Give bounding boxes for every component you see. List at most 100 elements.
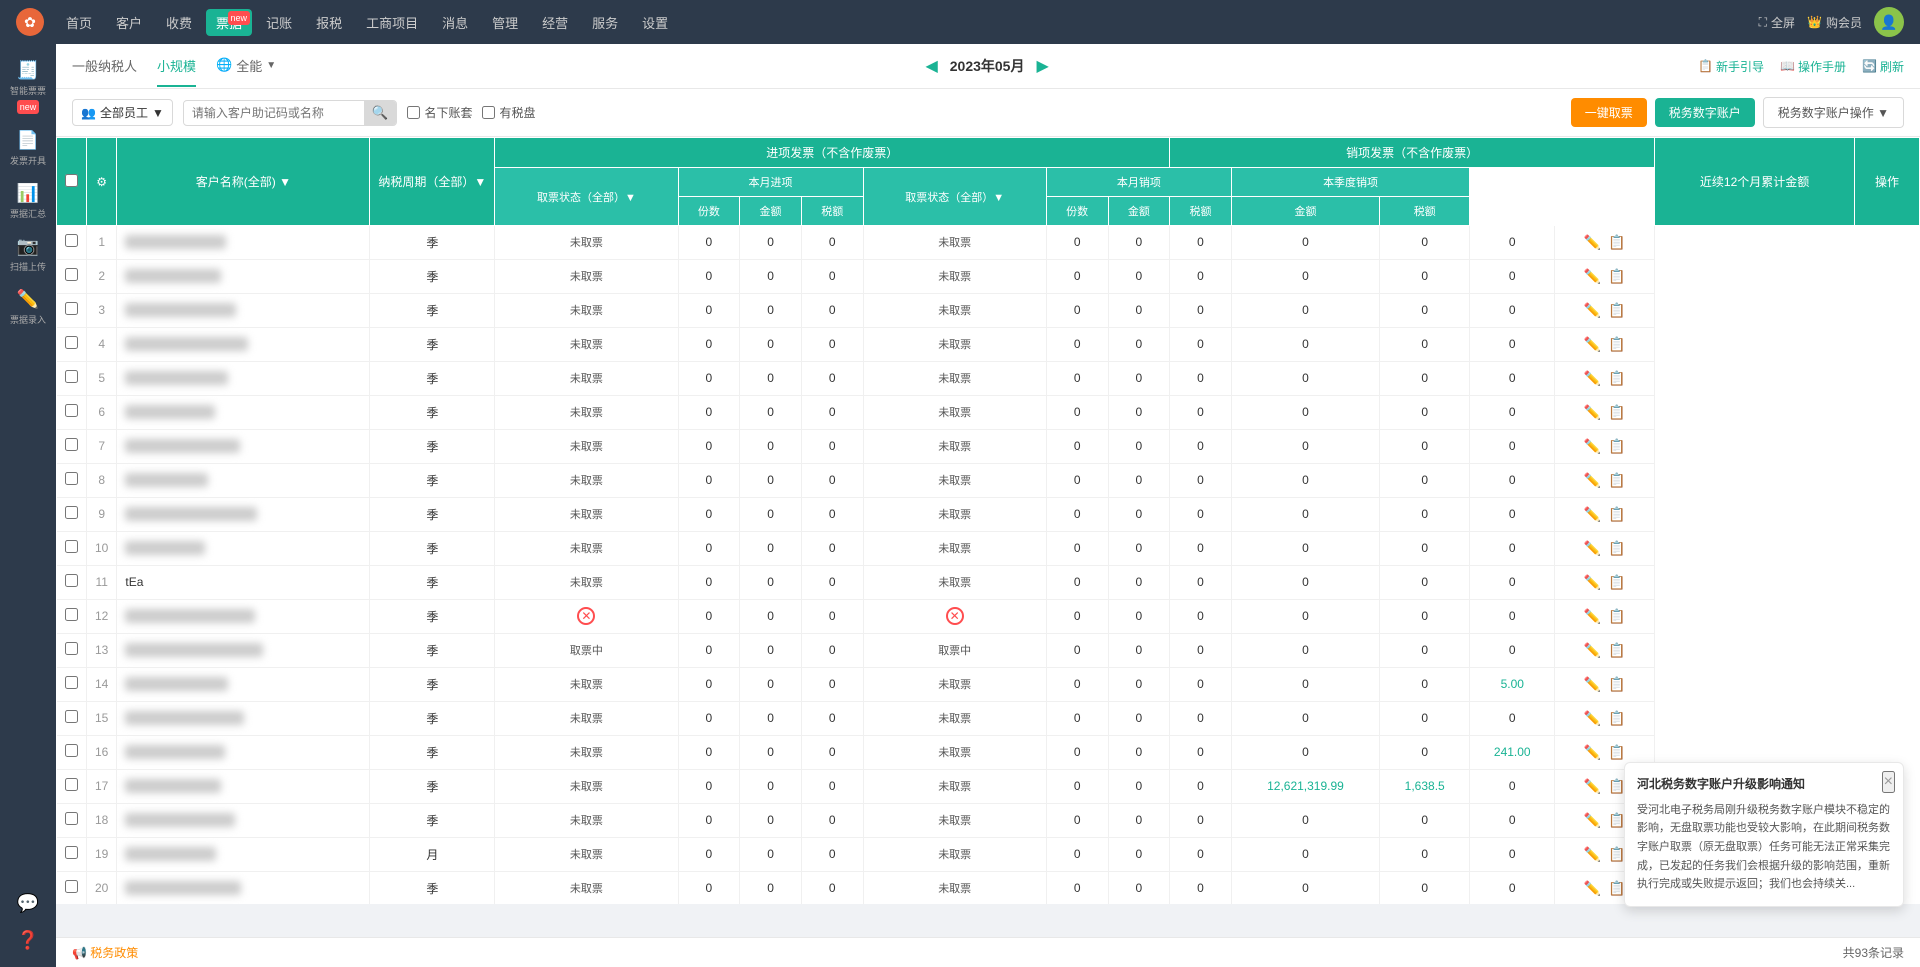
row-check[interactable] — [57, 667, 87, 701]
sidebar-item-chat[interactable]: 💬 — [13, 885, 43, 922]
row-check[interactable] — [57, 497, 87, 531]
detail-btn[interactable]: 📋 — [1606, 470, 1627, 491]
sub-account-checkbox[interactable]: 名下账套 — [407, 104, 472, 121]
row-out-count: 0 — [1046, 599, 1108, 633]
edit-btn[interactable]: ✏️ — [1582, 674, 1603, 695]
detail-btn[interactable]: 📋 — [1606, 708, 1627, 729]
tax-policy-link[interactable]: 📢 税务政策 — [72, 944, 138, 961]
edit-btn[interactable]: ✏️ — [1582, 708, 1603, 729]
detail-btn[interactable]: 📋 — [1606, 232, 1627, 253]
tab-all[interactable]: 🌐 全能 ▼ — [216, 46, 276, 87]
edit-btn[interactable]: ✏️ — [1582, 504, 1603, 525]
nav-invoice[interactable]: 票据 new — [206, 9, 252, 36]
sidebar-item-help[interactable]: ❓ — [13, 922, 43, 959]
edit-btn[interactable]: ✏️ — [1582, 844, 1603, 865]
detail-btn[interactable]: 📋 — [1606, 334, 1627, 355]
edit-btn[interactable]: ✏️ — [1582, 368, 1603, 389]
period-next-btn[interactable]: ▶ — [1036, 56, 1048, 76]
new-guide-btn[interactable]: 📋 新手引导 — [1698, 58, 1764, 75]
detail-btn[interactable]: 📋 — [1606, 504, 1627, 525]
detail-btn[interactable]: 📋 — [1606, 674, 1627, 695]
fullscreen-btn[interactable]: ⛶ 全屏 — [1759, 14, 1795, 31]
tax-ops-btn[interactable]: 税务数字账户操作 ▼ — [1763, 97, 1904, 128]
edit-btn[interactable]: ✏️ — [1582, 334, 1603, 355]
nav-accounting[interactable]: 记账 — [256, 9, 302, 36]
row-check[interactable] — [57, 871, 87, 904]
detail-btn[interactable]: 📋 — [1606, 368, 1627, 389]
row-check[interactable] — [57, 463, 87, 497]
edit-btn[interactable]: ✏️ — [1582, 878, 1603, 899]
row-check[interactable] — [57, 429, 87, 463]
nav-operation[interactable]: 经营 — [532, 9, 578, 36]
sidebar-item-scan[interactable]: 📷 扫描上传 — [0, 228, 56, 281]
sidebar-item-summary[interactable]: 📊 票据汇总 — [0, 175, 56, 228]
search-button[interactable]: 🔍 — [364, 101, 397, 125]
employee-select[interactable]: 👥 全部员工 ▼ — [72, 99, 173, 126]
edit-btn[interactable]: ✏️ — [1582, 810, 1603, 831]
period-prev-btn[interactable]: ◀ — [925, 56, 937, 76]
nav-business[interactable]: 工商项目 — [356, 9, 428, 36]
detail-btn[interactable]: 📋 — [1606, 606, 1627, 627]
edit-btn[interactable]: ✏️ — [1582, 232, 1603, 253]
search-input[interactable] — [184, 102, 364, 124]
tab-small[interactable]: 小规模 — [157, 46, 196, 87]
one-click-btn[interactable]: 一键取票 — [1571, 98, 1647, 127]
edit-btn[interactable]: ✏️ — [1582, 470, 1603, 491]
edit-btn[interactable]: ✏️ — [1582, 266, 1603, 287]
manual-btn[interactable]: 📖 操作手册 — [1780, 58, 1846, 75]
sidebar-item-smart-invoice[interactable]: 🧾 智能票票 new — [0, 52, 56, 122]
refresh-btn[interactable]: 🔄 刷新 — [1862, 58, 1904, 75]
row-check[interactable] — [57, 599, 87, 633]
out-status-error[interactable]: ✕ — [946, 607, 964, 625]
tab-general[interactable]: 一般纳税人 — [72, 46, 137, 87]
row-check[interactable] — [57, 803, 87, 837]
edit-btn[interactable]: ✏️ — [1582, 300, 1603, 321]
edit-btn[interactable]: ✏️ — [1582, 640, 1603, 661]
tax-account-btn[interactable]: 税务数字账户 — [1655, 98, 1755, 127]
tax-disk-checkbox[interactable]: 有税盘 — [482, 104, 535, 121]
member-btn[interactable]: 👑 购会员 — [1807, 14, 1862, 31]
row-check[interactable] — [57, 565, 87, 599]
row-check[interactable] — [57, 701, 87, 735]
row-check[interactable] — [57, 633, 87, 667]
row-check[interactable] — [57, 259, 87, 293]
row-check[interactable] — [57, 327, 87, 361]
nav-manage[interactable]: 管理 — [482, 9, 528, 36]
row-check[interactable] — [57, 837, 87, 871]
edit-btn[interactable]: ✏️ — [1582, 436, 1603, 457]
detail-btn[interactable]: 📋 — [1606, 742, 1627, 763]
nav-message[interactable]: 消息 — [432, 9, 478, 36]
nav-customer[interactable]: 客户 — [106, 9, 152, 36]
nav-billing[interactable]: 收费 — [156, 9, 202, 36]
row-check[interactable] — [57, 361, 87, 395]
detail-btn[interactable]: 📋 — [1606, 572, 1627, 593]
notification-close-btn[interactable]: × — [1882, 771, 1895, 793]
row-check[interactable] — [57, 226, 87, 260]
edit-btn[interactable]: ✏️ — [1582, 776, 1603, 797]
select-all-checkbox[interactable] — [65, 174, 78, 187]
edit-btn[interactable]: ✏️ — [1582, 606, 1603, 627]
nav-settings[interactable]: 设置 — [632, 9, 678, 36]
sidebar-item-issue[interactable]: 📄 发票开具 — [0, 122, 56, 175]
detail-btn[interactable]: 📋 — [1606, 538, 1627, 559]
row-check[interactable] — [57, 769, 87, 803]
edit-btn[interactable]: ✏️ — [1582, 572, 1603, 593]
detail-btn[interactable]: 📋 — [1606, 402, 1627, 423]
detail-btn[interactable]: 📋 — [1606, 266, 1627, 287]
detail-btn[interactable]: 📋 — [1606, 640, 1627, 661]
edit-btn[interactable]: ✏️ — [1582, 538, 1603, 559]
nav-tax[interactable]: 报税 — [306, 9, 352, 36]
row-check[interactable] — [57, 293, 87, 327]
edit-btn[interactable]: ✏️ — [1582, 402, 1603, 423]
detail-btn[interactable]: 📋 — [1606, 436, 1627, 457]
detail-btn[interactable]: 📋 — [1606, 300, 1627, 321]
sidebar-item-entry[interactable]: ✏️ 票据录入 — [0, 281, 56, 334]
nav-service[interactable]: 服务 — [582, 9, 628, 36]
in-status-error[interactable]: ✕ — [577, 607, 595, 625]
row-check[interactable] — [57, 735, 87, 769]
nav-home[interactable]: 首页 — [56, 9, 102, 36]
row-check[interactable] — [57, 531, 87, 565]
user-avatar[interactable]: 👤 — [1874, 7, 1904, 37]
edit-btn[interactable]: ✏️ — [1582, 742, 1603, 763]
row-check[interactable] — [57, 395, 87, 429]
